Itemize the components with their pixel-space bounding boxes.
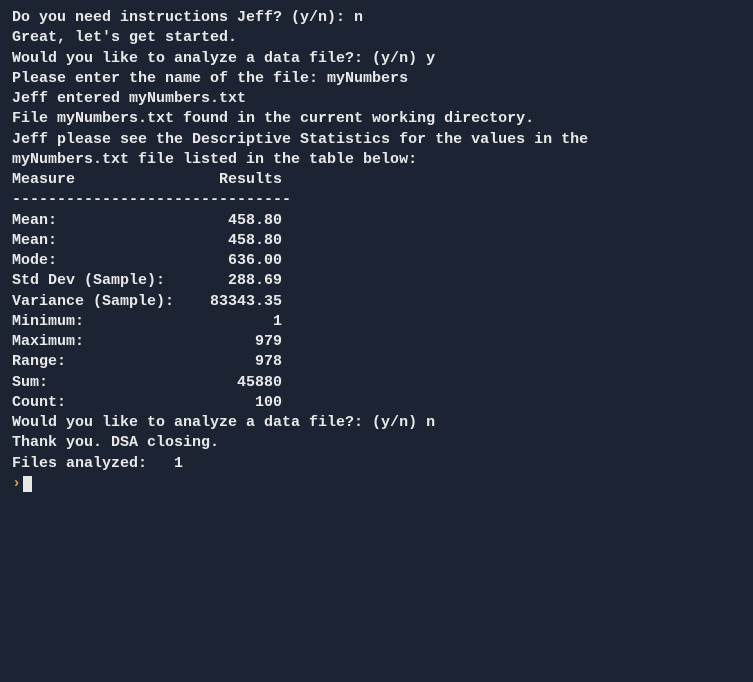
table-row: Mode: 636.00	[12, 251, 741, 271]
table-row: Count: 100	[12, 393, 741, 413]
table-divider: -------------------------------	[12, 190, 741, 210]
prompt-filename: Please enter the name of the file: myNum…	[12, 69, 741, 89]
prompt-symbol-icon: ›	[12, 474, 21, 494]
shell-prompt[interactable]: ›	[12, 474, 741, 494]
table-row: Range: 978	[12, 352, 741, 372]
prompt-instructions: Do you need instructions Jeff? (y/n): n	[12, 8, 741, 28]
cursor-icon	[23, 476, 32, 492]
table-row: Maximum: 979	[12, 332, 741, 352]
file-found-line: File myNumbers.txt found in the current …	[12, 109, 741, 129]
entered-filename-line: Jeff entered myNumbers.txt	[12, 89, 741, 109]
table-row: Minimum: 1	[12, 312, 741, 332]
table-row: Std Dev (Sample): 288.69	[12, 271, 741, 291]
table-row: Sum: 45880	[12, 373, 741, 393]
table-row: Mean: 458.80	[12, 231, 741, 251]
prompt-analyze-2: Would you like to analyze a data file?: …	[12, 413, 741, 433]
files-analyzed-line: Files analyzed: 1	[12, 454, 741, 474]
terminal-output[interactable]: Do you need instructions Jeff? (y/n): n …	[12, 8, 741, 494]
table-row: Mean: 458.80	[12, 211, 741, 231]
thank-you-line: Thank you. DSA closing.	[12, 433, 741, 453]
stats-intro-line: Jeff please see the Descriptive Statisti…	[12, 130, 741, 150]
table-header: Measure Results	[12, 170, 741, 190]
table-row: Variance (Sample): 83343.35	[12, 292, 741, 312]
stats-intro-line: myNumbers.txt file listed in the table b…	[12, 150, 741, 170]
prompt-analyze-1: Would you like to analyze a data file?: …	[12, 49, 741, 69]
get-started-line: Great, let's get started.	[12, 28, 741, 48]
